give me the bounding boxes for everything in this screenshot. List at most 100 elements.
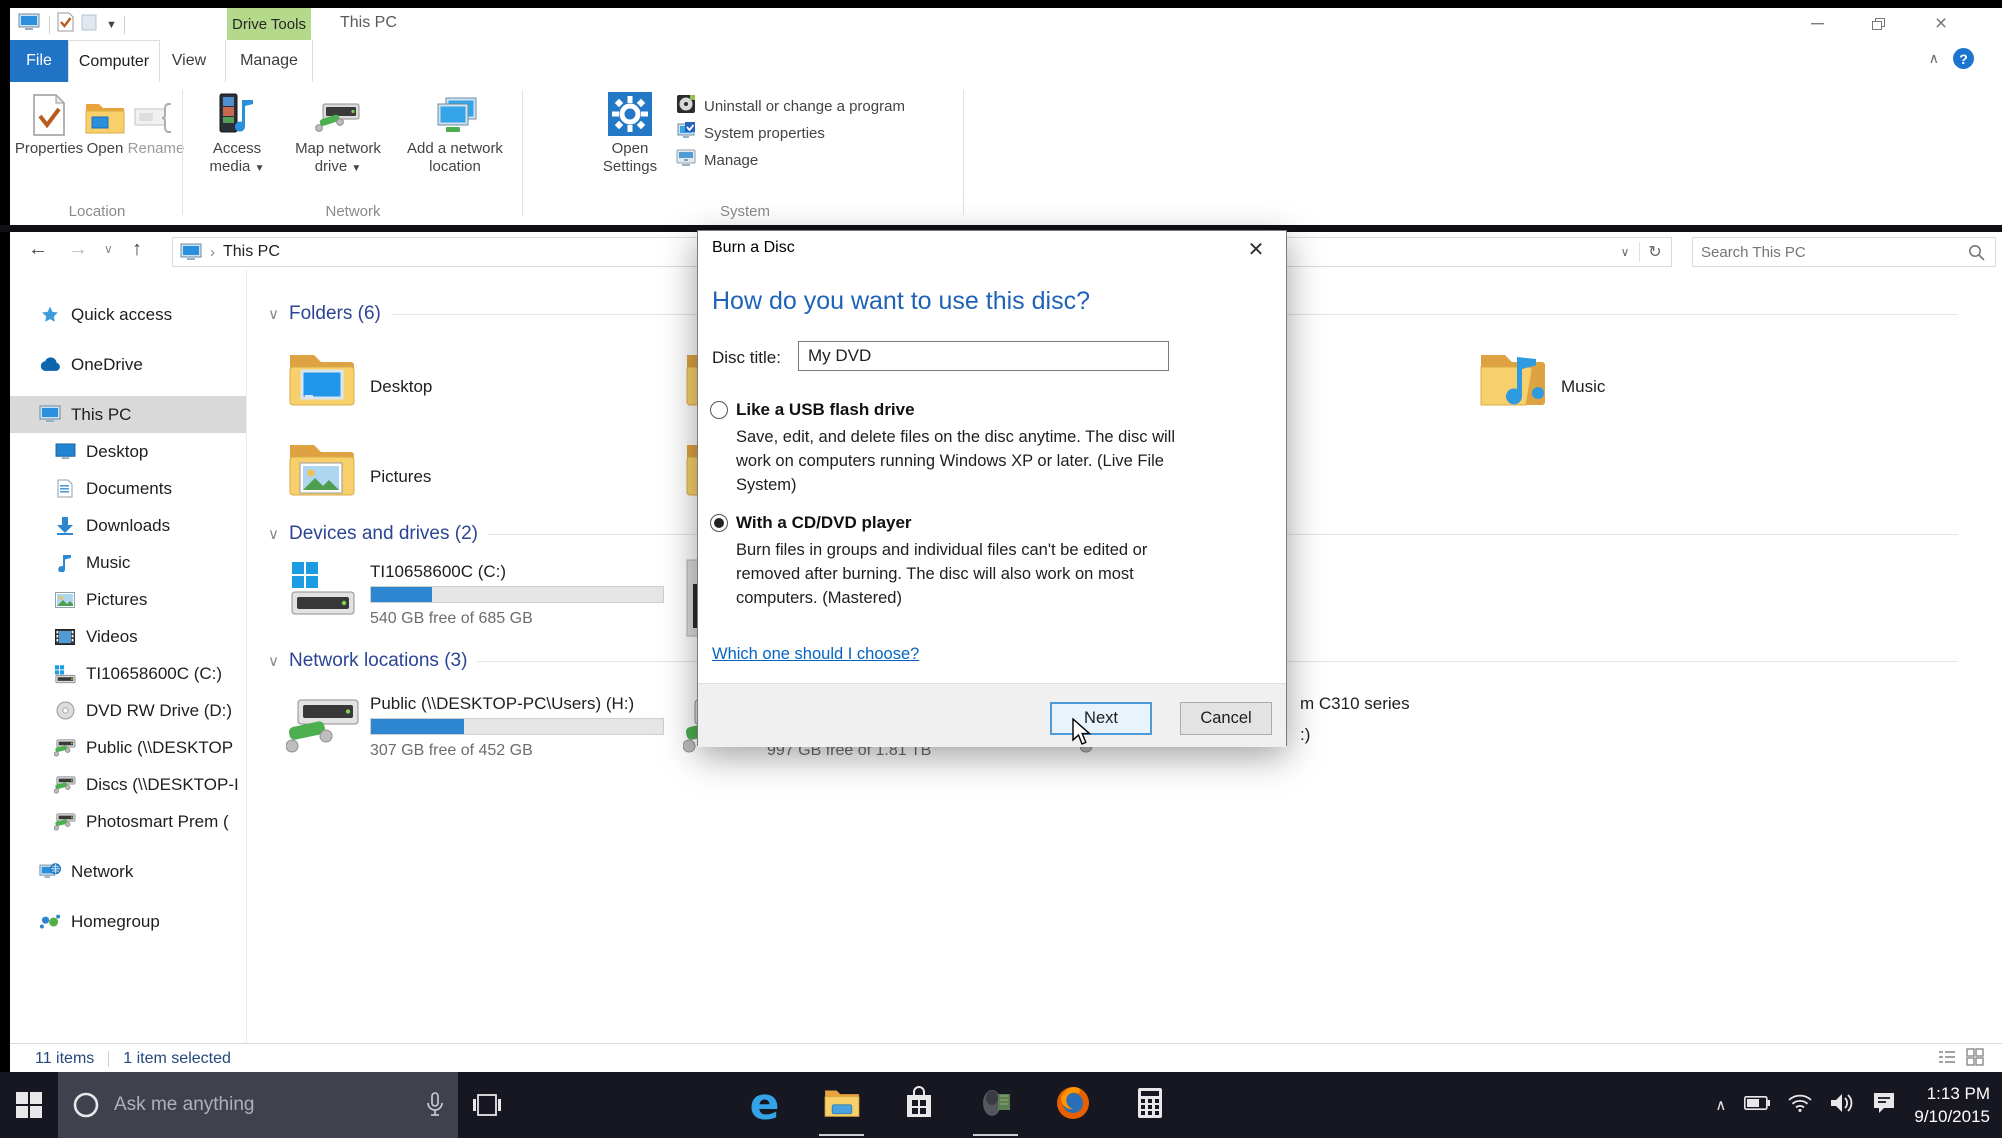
action-center-icon[interactable]	[1872, 1091, 1896, 1120]
back-button[interactable]: ←	[28, 238, 48, 261]
sidebar-item-desktop[interactable]: Desktop	[10, 433, 246, 470]
minimize-button[interactable]	[1786, 8, 1848, 40]
tab-computer[interactable]: Computer	[68, 40, 160, 83]
rename-icon	[134, 90, 178, 136]
network-drive-icon	[53, 812, 77, 832]
quick-access-toolbar: ▼	[18, 12, 125, 37]
taskbar-firefox-button[interactable]	[1034, 1072, 1111, 1138]
qat-new-folder-icon[interactable]	[81, 13, 99, 36]
sidebar-item-photosmart-share[interactable]: Photosmart Prem (	[10, 803, 246, 840]
sidebar-item-quick-access[interactable]: Quick access	[10, 296, 246, 333]
uninstall-program-button[interactable]: Uninstall or change a program	[676, 94, 905, 118]
taskbar: Ask me anything e ∧ 1:13 PM 9/10/2015	[0, 1072, 2002, 1138]
manage-button[interactable]: Manage	[676, 148, 758, 172]
breadcrumb[interactable]: This PC	[223, 243, 280, 261]
cancel-button[interactable]: Cancel	[1180, 702, 1272, 735]
tray-expand-chevron-icon[interactable]: ∧	[1715, 1096, 1726, 1114]
sidebar-item-downloads[interactable]: Downloads	[10, 507, 246, 544]
close-button[interactable]: ×	[1910, 8, 1972, 40]
address-dropdown-icon[interactable]: ∨	[1611, 245, 1639, 259]
radio-cd-dvd-player[interactable]	[710, 514, 728, 532]
radio-usb-flash-drive[interactable]	[710, 401, 728, 419]
manage-label: Manage	[704, 151, 759, 169]
dialog-footer: Next Cancel	[698, 683, 1286, 747]
open-settings-button[interactable]: Open Settings	[590, 90, 670, 176]
rename-button[interactable]: Rename	[128, 90, 184, 158]
restore-button[interactable]	[1848, 8, 1910, 40]
search-box[interactable]	[1692, 237, 1996, 267]
access-media-button[interactable]: Access media ▼	[194, 90, 280, 178]
sidebar-item-videos[interactable]: Videos	[10, 618, 246, 655]
collapse-chevron-icon[interactable]: ∨	[268, 305, 279, 323]
tab-file[interactable]: File	[10, 40, 68, 82]
collapse-chevron-icon[interactable]: ∨	[268, 652, 279, 670]
properties-button[interactable]: Properties	[15, 90, 83, 158]
disc-title-input[interactable]	[798, 341, 1169, 371]
microphone-icon[interactable]	[426, 1092, 444, 1118]
system-properties-button[interactable]: System properties	[676, 121, 825, 145]
sidebar-item-network[interactable]: Network	[10, 853, 246, 890]
drive-tile-c[interactable]: TI10658600C (C:) 540 GB free of 685 GB	[286, 556, 671, 642]
task-view-button[interactable]	[458, 1072, 516, 1138]
qat-properties-icon[interactable]	[57, 12, 74, 37]
sidebar-item-discs-share[interactable]: Discs (\\DESKTOP-I	[10, 766, 246, 803]
start-button[interactable]	[0, 1072, 58, 1138]
folder-tile-desktop[interactable]: Desktop	[286, 345, 671, 431]
dialog-close-button[interactable]: ✕	[1236, 235, 1276, 263]
access-media-label-2: media ▼	[209, 158, 265, 175]
sidebar-item-local-disk-c[interactable]: TI10658600C (C:)	[10, 655, 246, 692]
taskbar-file-explorer-button[interactable]	[803, 1072, 880, 1138]
sidebar-item-homegroup[interactable]: Homegroup	[10, 903, 246, 940]
network-drive-icon	[53, 738, 77, 758]
taskbar-store-button[interactable]	[880, 1072, 957, 1138]
sidebar-item-pictures[interactable]: Pictures	[10, 581, 246, 618]
taskbar-edge-button[interactable]: e	[726, 1072, 803, 1138]
taskbar-calculator-button[interactable]	[1111, 1072, 1188, 1138]
sidebar-item-onedrive[interactable]: OneDrive	[10, 346, 246, 383]
network-tile-public[interactable]: Public (\\DESKTOP-PC\Users) (H:) 307 GB …	[285, 688, 671, 774]
divider	[123, 15, 125, 34]
qat-customize-arrow-icon[interactable]: ▼	[106, 19, 117, 31]
sidebar-item-this-pc[interactable]: This PC	[10, 396, 246, 433]
help-icon[interactable]: ?	[1953, 48, 1974, 69]
minimize-ribbon-icon[interactable]: ∧	[1929, 50, 1939, 67]
next-button[interactable]: Next	[1050, 702, 1152, 735]
sidebar-item-public-share[interactable]: Public (\\DESKTOP	[10, 729, 246, 766]
open-button[interactable]: Open	[82, 90, 128, 158]
recent-locations-arrow[interactable]: ∨	[104, 242, 113, 256]
taskbar-clock[interactable]: 1:13 PM 9/10/2015	[1914, 1082, 1990, 1128]
calculator-icon	[1137, 1087, 1163, 1124]
sidebar-label: This PC	[71, 404, 132, 424]
up-button[interactable]: ↑	[132, 238, 142, 261]
clock-time: 1:13 PM	[1926, 1084, 1990, 1103]
tab-view[interactable]: View	[158, 40, 220, 82]
wifi-icon[interactable]	[1788, 1094, 1812, 1117]
folder-tile-pictures[interactable]: Pictures	[286, 435, 671, 521]
which-one-link[interactable]: Which one should I choose?	[712, 645, 919, 664]
refresh-icon[interactable]: ↻	[1640, 242, 1670, 262]
search-input[interactable]	[1693, 242, 1968, 262]
divider	[49, 15, 50, 34]
sidebar-item-documents[interactable]: Documents	[10, 470, 246, 507]
map-network-drive-button[interactable]: Map network drive ▼	[282, 90, 394, 178]
sidebar-item-dvd-drive[interactable]: DVD RW Drive (D:)	[10, 692, 246, 729]
radio-usb-label[interactable]: Like a USB flash drive	[736, 400, 915, 420]
search-icon[interactable]	[1968, 244, 1985, 261]
radio-cd-label[interactable]: With a CD/DVD player	[736, 513, 912, 533]
collapse-chevron-icon[interactable]: ∨	[268, 525, 279, 543]
details-view-icon[interactable]	[1938, 1048, 1956, 1071]
system-menu-icon[interactable]	[18, 12, 42, 37]
sidebar-item-music[interactable]: Music	[10, 544, 246, 581]
folder-tile-music[interactable]: Music	[1477, 345, 1862, 431]
context-tab-drive-tools[interactable]: Drive Tools	[227, 8, 311, 40]
forward-button[interactable]: →	[68, 238, 88, 261]
add-network-location-button[interactable]: Add a network location	[396, 90, 514, 176]
tab-manage[interactable]: Manage	[225, 40, 313, 82]
cortana-search-box[interactable]: Ask me anything	[58, 1072, 458, 1138]
ribbon-group-network: Access media ▼ Map network drive ▼ Add a…	[190, 82, 516, 225]
battery-icon[interactable]	[1744, 1095, 1771, 1115]
title-bar: ▼ Drive Tools This PC ×	[10, 8, 2002, 40]
volume-icon[interactable]	[1830, 1093, 1854, 1118]
taskbar-app-button[interactable]	[957, 1072, 1034, 1138]
large-icons-view-icon[interactable]	[1966, 1048, 1984, 1071]
